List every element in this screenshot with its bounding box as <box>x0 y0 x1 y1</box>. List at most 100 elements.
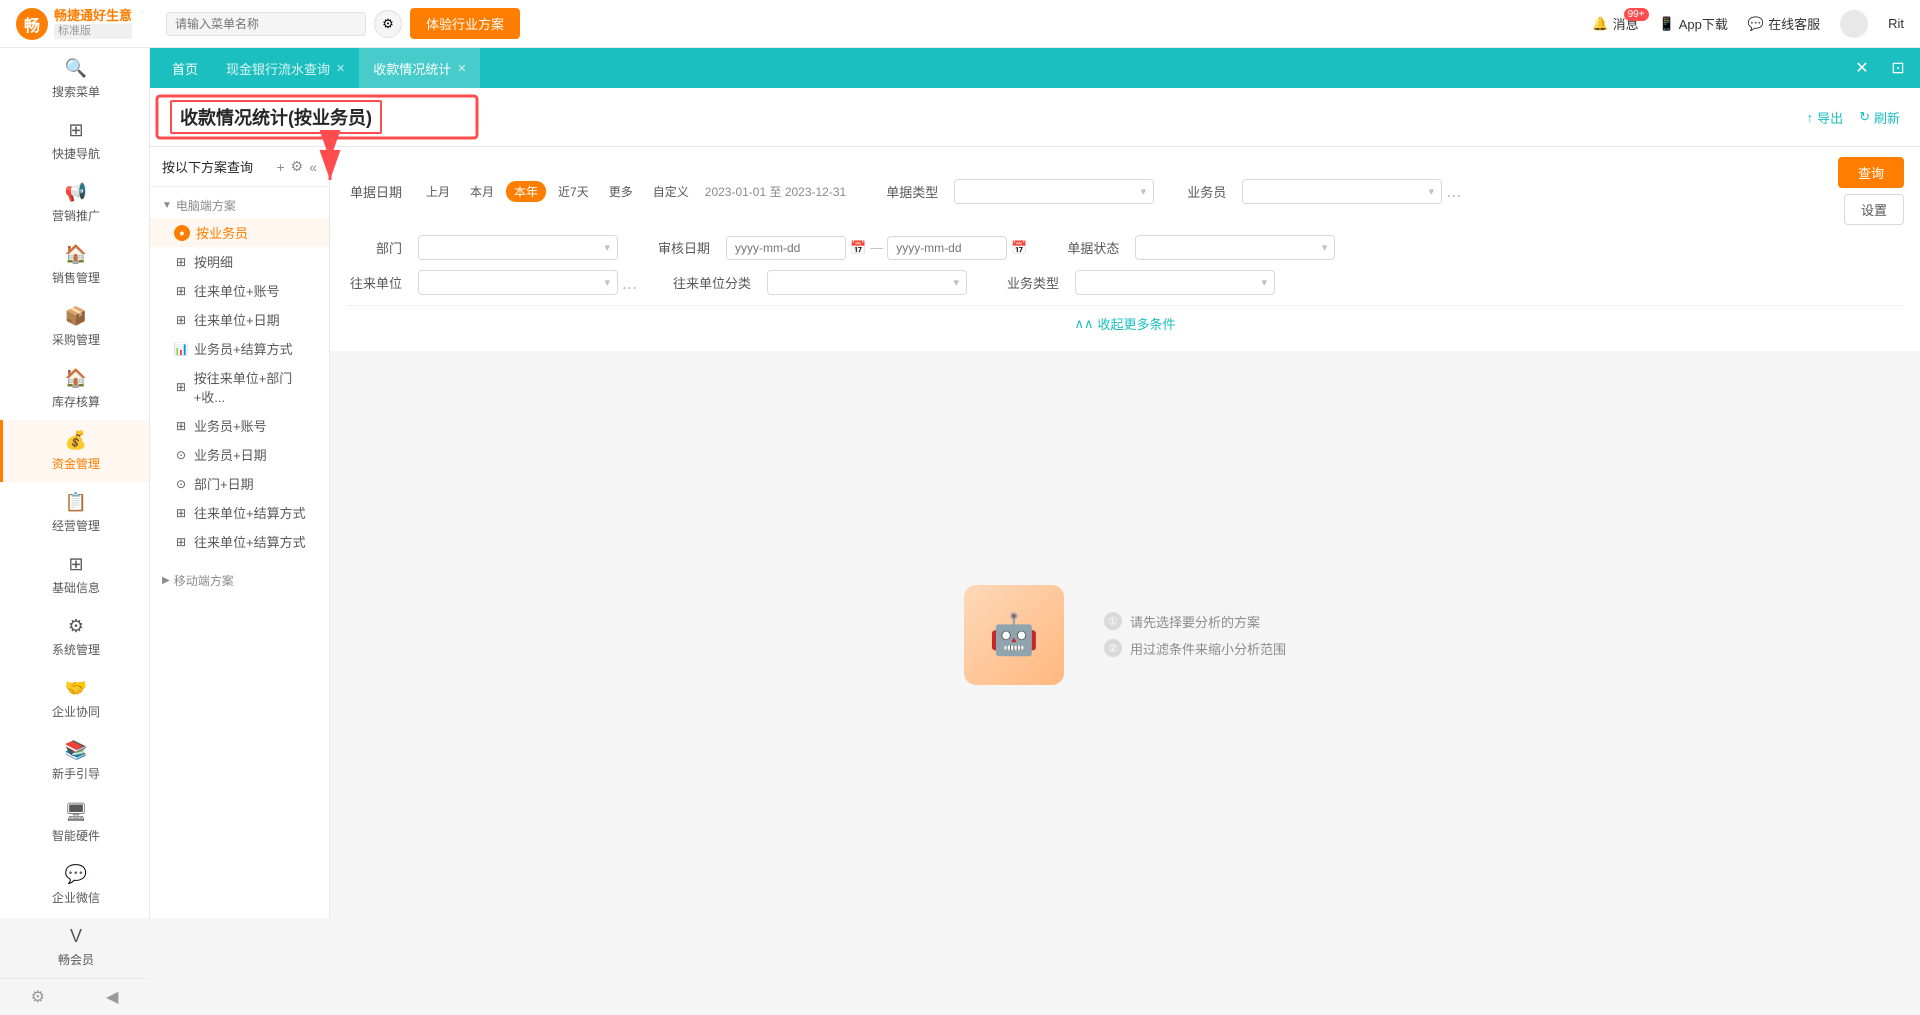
partner-select[interactable] <box>418 270 618 295</box>
voucher-type-select-wrap <box>954 179 1154 204</box>
tab-receipts-stats[interactable]: 收款情况统计 ✕ <box>359 48 480 88</box>
sidebar-item-search[interactable]: 🔍 搜索菜单 <box>0 48 149 110</box>
sidebar-item-newguide[interactable]: 📚 新手引导 <box>0 730 149 792</box>
scheme-item-partner-payment1[interactable]: ⊞ 往来单位+结算方式 <box>150 498 329 527</box>
scheme-panel: 按以下方案查询 + ⚙ « ▼ 电脑端方案 ● 按业务员 <box>150 147 330 918</box>
sidebar-item-collab[interactable]: 🤝 企业协同 <box>0 668 149 730</box>
top-header: 畅 畅捷通好生意 标准版 ⚙ 体验行业方案 🔔 消息 99+ 📱 App下载 💬… <box>0 0 1920 48</box>
content-area: 首页 现金银行流水查询 ✕ 收款情况统计 ✕ ✕ ⊡ 收款情况统计(按业务员) … <box>150 48 1920 918</box>
salesperson-more-btn[interactable]: ... <box>1446 182 1461 200</box>
settings-button[interactable]: ⚙ <box>374 10 402 38</box>
user-avatar[interactable] <box>1840 10 1868 38</box>
tab-receipts-close-btn[interactable]: ✕ <box>457 62 466 75</box>
voucher-type-select[interactable] <box>954 179 1154 204</box>
audit-date-label: 审核日期 <box>654 238 710 257</box>
scheme-item-partner-account[interactable]: ⊞ 往来单位+账号 <box>150 276 329 305</box>
online-service-button[interactable]: 💬 在线客服 <box>1748 14 1820 33</box>
tab-bar-right: ✕ ⊡ <box>1848 54 1912 82</box>
scheme-item-partner-payment2[interactable]: ⊞ 往来单位+结算方式 <box>150 527 329 556</box>
collapse-more-btn[interactable]: ∧∧ 收起更多条件 <box>1074 314 1175 333</box>
arrow-down-icon: ▼ <box>162 200 172 211</box>
scheme-group-mobile-header[interactable]: ▶ 移动端方案 <box>150 568 329 593</box>
date-tab-last-month[interactable]: 上月 <box>418 181 458 202</box>
messages-button[interactable]: 🔔 消息 99+ <box>1592 14 1638 33</box>
sidebar-item-finance[interactable]: 💰 资金管理 <box>0 420 149 482</box>
sidebar-item-system[interactable]: ⚙ 系统管理 <box>0 606 149 668</box>
scheme-salesperson-account-icon: ⊞ <box>174 419 188 433</box>
sidebar-item-member[interactable]: V 畅会员 <box>0 916 149 978</box>
date-tab-this-month[interactable]: 本月 <box>462 181 502 202</box>
scheme-item-detail[interactable]: ⊞ 按明细 <box>150 247 329 276</box>
sidebar-item-purchase[interactable]: 📦 采购管理 <box>0 296 149 358</box>
refresh-button[interactable]: ↻ 刷新 <box>1859 108 1900 127</box>
empty-steps: ① 请先选择要分析的方案 ② 用过滤条件来缩小分析范围 <box>1104 612 1286 658</box>
date-tab-custom[interactable]: 自定义 <box>645 181 697 202</box>
logo-text: 畅捷通好生意 <box>54 8 132 24</box>
business-type-select[interactable] <box>1075 270 1275 295</box>
main-body: 按以下方案查询 + ⚙ « ▼ 电脑端方案 ● 按业务员 <box>150 147 1920 918</box>
hardware-icon: 🖥 <box>65 802 88 823</box>
sidebar-item-wechat[interactable]: 💬 企业微信 <box>0 854 149 916</box>
page-header: 收款情况统计(按业务员) ↑ 导出 ↻ 刷新 <box>150 88 1920 147</box>
sidebar-item-quicknav[interactable]: ⊞ 快捷导航 <box>0 110 149 172</box>
sidebar-item-sales[interactable]: 🏠 销售管理 <box>0 234 149 296</box>
scheme-item-by-salesperson[interactable]: ● 按业务员 <box>150 218 329 247</box>
scheme-add-btn[interactable]: + <box>276 159 284 175</box>
data-panel: 单据日期 上月 本月 本年 近7天 更多 自定义 2023-01-01 至 20… <box>330 147 1920 918</box>
sales-icon: 🏠 <box>65 244 87 265</box>
page-header-actions: ↑ 导出 ↻ 刷新 <box>1807 108 1900 127</box>
scheme-item-salesperson-payment[interactable]: 📊 业务员+结算方式 <box>150 334 329 363</box>
trial-button[interactable]: 体验行业方案 <box>410 8 520 39</box>
settings-button[interactable]: 设置 <box>1844 194 1904 225</box>
marketing-icon: 📢 <box>65 182 87 203</box>
date-tab-this-year[interactable]: 本年 <box>506 181 546 202</box>
app-download-button[interactable]: 📱 App下载 <box>1659 14 1728 33</box>
tab-bank-flow[interactable]: 现金银行流水查询 ✕ <box>212 48 359 88</box>
wechat-icon: 💬 <box>65 864 87 885</box>
scheme-header: 按以下方案查询 + ⚙ « <box>150 147 329 187</box>
scheme-settings-btn[interactable]: ⚙ <box>291 158 304 175</box>
query-button[interactable]: 查询 <box>1838 157 1904 188</box>
system-icon: ⚙ <box>68 616 84 637</box>
tab-bank-close-btn[interactable]: ✕ <box>336 62 345 75</box>
tab-bar: 首页 现金银行流水查询 ✕ 收款情况统计 ✕ ✕ ⊡ <box>150 48 1920 88</box>
audit-date-start[interactable] <box>726 236 846 260</box>
sidebar-item-inventory[interactable]: 🏠 库存核算 <box>0 358 149 420</box>
scheme-item-dept-date[interactable]: ⊙ 部门+日期 <box>150 469 329 498</box>
audit-date-end[interactable] <box>887 236 1007 260</box>
sidebar-item-hardware[interactable]: 🖥 智能硬件 <box>0 792 149 854</box>
settings-bottom-icon[interactable]: ⚙ <box>31 987 45 1007</box>
calendar-end-icon: 📅 <box>1011 240 1027 256</box>
sidebar-item-operations[interactable]: 📋 经营管理 <box>0 482 149 544</box>
scheme-item-salesperson-date[interactable]: ⊙ 业务员+日期 <box>150 440 329 469</box>
salesperson-select[interactable] <box>1242 179 1442 204</box>
partner-category-select[interactable] <box>767 270 967 295</box>
scheme-item-salesperson-account[interactable]: ⊞ 业务员+账号 <box>150 411 329 440</box>
voucher-status-select[interactable] <box>1135 235 1335 260</box>
search-icon: 🔍 <box>65 58 87 79</box>
collapse-sidebar-icon[interactable]: ◀ <box>106 987 118 1007</box>
page-title: 收款情况统计(按业务员) <box>170 100 382 134</box>
scheme-item-partner-dept[interactable]: ⊞ 按往来单位+部门+收... <box>150 363 329 411</box>
tab-home[interactable]: 首页 <box>158 59 212 78</box>
purchase-icon: 📦 <box>65 306 87 327</box>
partner-more-btn[interactable]: ... <box>622 274 637 292</box>
sidebar-item-basicinfo[interactable]: ⊞ 基础信息 <box>0 544 149 606</box>
window-maximize-btn[interactable]: ⊡ <box>1884 54 1912 82</box>
user-name: Rit <box>1888 16 1904 31</box>
sidebar-item-marketing[interactable]: 📢 营销推广 <box>0 172 149 234</box>
scheme-item-partner-date[interactable]: ⊞ 往来单位+日期 <box>150 305 329 334</box>
date-tab-more[interactable]: 更多 <box>601 181 641 202</box>
voucher-type-label: 单据类型 <box>882 182 938 201</box>
window-close-btn[interactable]: ✕ <box>1848 54 1876 82</box>
export-icon: ↑ <box>1807 110 1814 125</box>
department-select[interactable] <box>418 235 618 260</box>
scheme-group-desktop-header[interactable]: ▼ 电脑端方案 <box>150 193 329 218</box>
export-button[interactable]: ↑ 导出 <box>1807 108 1844 127</box>
download-icon: 📱 <box>1659 16 1675 32</box>
scheme-partner-account-icon: ⊞ <box>174 284 188 298</box>
breadcrumb-input[interactable] <box>166 12 366 36</box>
sidebar-bottom: ⚙ ◀ <box>0 978 149 1015</box>
scheme-collapse-btn[interactable]: « <box>309 159 317 175</box>
date-tab-7days[interactable]: 近7天 <box>550 181 597 202</box>
